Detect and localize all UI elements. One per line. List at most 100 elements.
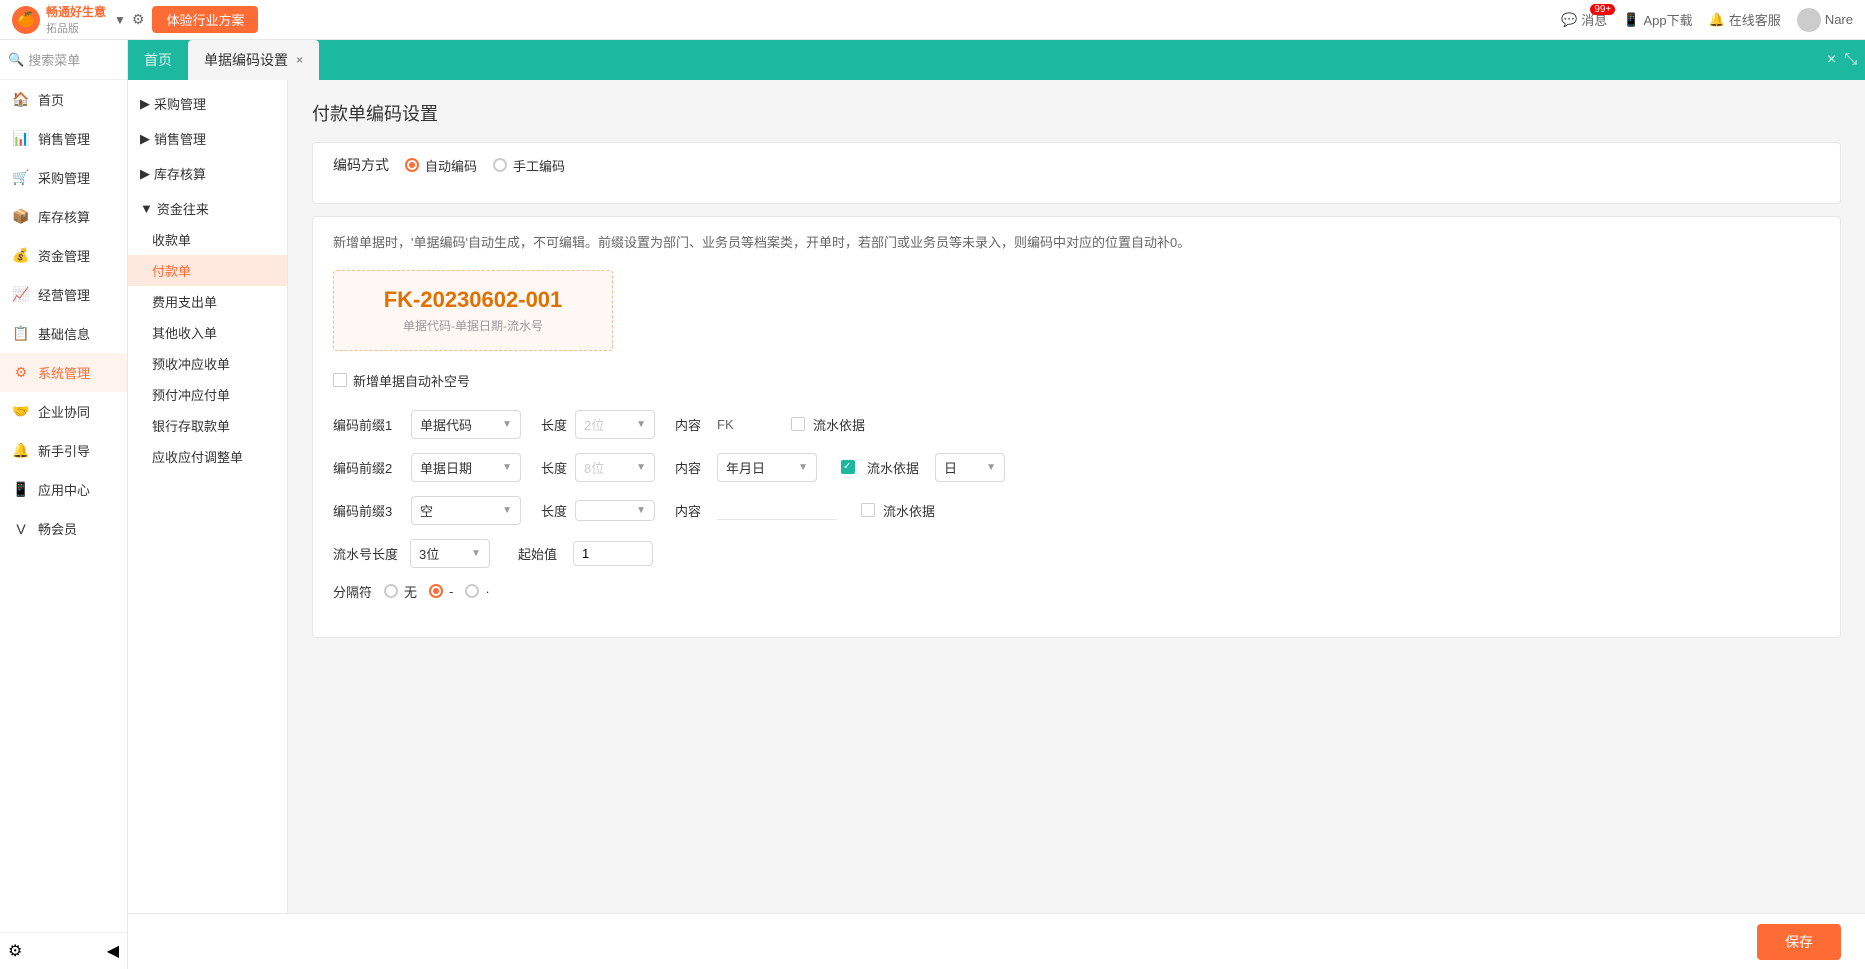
sep-none-dot [384, 584, 398, 598]
topbar-controls: ▼ ⚙ [114, 11, 144, 28]
group-purchase-title[interactable]: ▶ 采购管理 [128, 88, 287, 119]
avatar [1797, 8, 1821, 32]
tab-settings[interactable]: 单据编码设置 × [188, 40, 319, 80]
leaf-fukuandan[interactable]: 付款单 [128, 255, 287, 286]
prefix1-select-arrow: ▼ [502, 419, 512, 430]
leaf-qitashouru[interactable]: 其他收入单 [128, 317, 287, 348]
group-funds-title[interactable]: ▼ 资金往来 [128, 193, 287, 224]
group-sales-title[interactable]: ▶ 销售管理 [128, 123, 287, 154]
prefix3-serial-checkbox[interactable] [861, 503, 875, 517]
prefix1-serial-checkbox[interactable] [791, 417, 805, 431]
sidebar-item-system[interactable]: ⚙ 系统管理 [0, 353, 127, 392]
tab-expand-icon[interactable]: × [1827, 51, 1836, 69]
example-desc: 单据代码-单据日期-流水号 [354, 317, 592, 334]
newguide-icon: 🔔 [12, 442, 30, 460]
prefix2-serial-unit-select[interactable]: 日 ▼ [935, 453, 1005, 482]
prefix3-content-label: 内容 [675, 501, 701, 520]
sep-dash-radio[interactable]: - [429, 584, 453, 599]
message-badge: 99+ [1590, 4, 1615, 15]
sidebar-item-apps[interactable]: 📱 应用中心 [0, 470, 127, 509]
serial-length-select[interactable]: 3位 ▼ [410, 539, 490, 568]
group-inventory-title[interactable]: ▶ 库存核算 [128, 158, 287, 189]
prefix2-content-select[interactable]: 年月日 ▼ [717, 453, 817, 482]
save-button[interactable]: 保存 [1757, 924, 1841, 960]
sidebar-item-basic[interactable]: 📋 基础信息 [0, 314, 127, 353]
prefix2-select-arrow: ▼ [502, 462, 512, 473]
sep-dot-radio[interactable]: · [465, 584, 489, 599]
page-title: 付款单编码设置 [312, 100, 1841, 126]
serial-start-input[interactable] [573, 541, 653, 566]
auto-encode-radio[interactable]: 自动编码 [405, 156, 477, 175]
sidebar-item-member[interactable]: V 畅会员 [0, 509, 127, 548]
group-funds: ▼ 资金往来 收款单 付款单 费用支出单 其他收入单 预收冲应收单 预付冲应付单… [128, 193, 287, 472]
trial-button[interactable]: 体验行业方案 [152, 6, 258, 33]
sep-none-radio[interactable]: 无 [384, 582, 417, 601]
sidebar-item-newguide[interactable]: 🔔 新手引导 [0, 431, 127, 470]
topbar-left: 🍊 畅通好生意 拓品版 ▼ ⚙ 体验行业方案 [12, 3, 258, 36]
settings-icon[interactable]: ⚙ [132, 11, 145, 28]
prefix1-length-label: 长度 [541, 415, 567, 434]
tab-bar-right: × ⤡ [1827, 51, 1865, 69]
message-icon: 💬 [1561, 12, 1577, 28]
app-download-button[interactable]: 📱 App下载 [1623, 10, 1692, 29]
prefix2-serial-unit-arrow: ▼ [986, 462, 996, 473]
manual-encode-radio[interactable]: 手工编码 [493, 156, 565, 175]
prefix3-row: 编码前缀3 空 ▼ 长度 ▼ 内容 流水依据 [333, 496, 1820, 525]
prefix3-content-input[interactable] [717, 500, 837, 520]
topbar-right: 💬 消息 99+ 📱 App下载 🔔 在线客服 Nare [1561, 8, 1853, 32]
inventory-icon: 📦 [12, 208, 30, 226]
sidebar-item-purchase[interactable]: 🛒 采购管理 [0, 158, 127, 197]
sidebar-item-cooperation[interactable]: 🤝 企业协同 [0, 392, 127, 431]
sidebar-item-inventory[interactable]: 📦 库存核算 [0, 197, 127, 236]
notice-text: 新增单据时，'单据编码'自动生成，不可编辑。前缀设置为部门、业务员等档案类，开单… [333, 233, 1820, 254]
sidebar-item-finance[interactable]: 💰 资金管理 [0, 236, 127, 275]
tab-home[interactable]: 首页 [128, 40, 188, 80]
leaf-yingshou[interactable]: 应收应付调整单 [128, 441, 287, 472]
prefix3-length-select[interactable]: ▼ [575, 500, 655, 521]
system-icon: ⚙ [12, 364, 30, 382]
tab-close-icon[interactable]: × [296, 53, 303, 67]
sidebar-item-sales[interactable]: 📊 销售管理 [0, 119, 127, 158]
sidebar-item-home[interactable]: 🏠 首页 [0, 80, 127, 119]
manual-encode-dot [493, 158, 507, 172]
user-menu[interactable]: Nare [1797, 8, 1853, 32]
autofill-checkbox[interactable] [333, 373, 347, 387]
prefix2-serial-checkbox[interactable] [841, 460, 855, 474]
group-inventory-arrow: ▶ [140, 166, 150, 182]
prefix1-select[interactable]: 单据代码 ▼ [411, 410, 521, 439]
example-box: FK-20230602-001 单据代码-单据日期-流水号 [333, 270, 613, 351]
leaf-feiyong[interactable]: 费用支出单 [128, 286, 287, 317]
leaf-yushou[interactable]: 预收冲应收单 [128, 348, 287, 379]
group-funds-arrow: ▼ [140, 201, 153, 216]
prefix2-length-label: 长度 [541, 458, 567, 477]
dropdown-icon[interactable]: ▼ [114, 13, 126, 27]
leaf-yufu[interactable]: 预付冲应付单 [128, 379, 287, 410]
logo-text: 畅通好生意 拓品版 [46, 3, 106, 36]
operations-icon: 📈 [12, 286, 30, 304]
prefix1-length-select[interactable]: 2位 ▼ [575, 410, 655, 439]
sales-icon: 📊 [12, 130, 30, 148]
basic-icon: 📋 [12, 325, 30, 343]
tab-fullscreen-icon[interactable]: ⤡ [1844, 51, 1857, 69]
encode-method-section: 编码方式 自动编码 手工编码 [312, 142, 1841, 204]
sidebar-settings-icon[interactable]: ⚙ [8, 941, 22, 961]
sidebar-item-operations[interactable]: 📈 经营管理 [0, 275, 127, 314]
group-sales-arrow: ▶ [140, 131, 150, 147]
leaf-shoukuandan[interactable]: 收款单 [128, 224, 287, 255]
service-icon: 🔔 [1709, 12, 1725, 28]
content-area: ▶ 采购管理 ▶ 销售管理 ▶ 库存核算 [128, 80, 1865, 913]
prefix1-content-value: FK [717, 417, 767, 432]
prefix3-select[interactable]: 空 ▼ [411, 496, 521, 525]
prefix2-select[interactable]: 单据日期 ▼ [411, 453, 521, 482]
leaf-yinhang[interactable]: 银行存取款单 [128, 410, 287, 441]
home-icon: 🏠 [12, 91, 30, 109]
online-service-button[interactable]: 🔔 在线客服 [1709, 10, 1781, 29]
prefix2-length-select[interactable]: 8位 ▼ [575, 453, 655, 482]
search-menu[interactable]: 🔍 搜索菜单 [0, 40, 127, 80]
member-icon: V [12, 520, 30, 538]
sep-dash-dot [429, 584, 443, 598]
encode-radio-group: 自动编码 手工编码 [405, 156, 565, 175]
cooperation-icon: 🤝 [12, 403, 30, 421]
message-button[interactable]: 💬 消息 99+ [1561, 10, 1607, 29]
sidebar-collapse-icon[interactable]: ◀ [107, 941, 119, 961]
